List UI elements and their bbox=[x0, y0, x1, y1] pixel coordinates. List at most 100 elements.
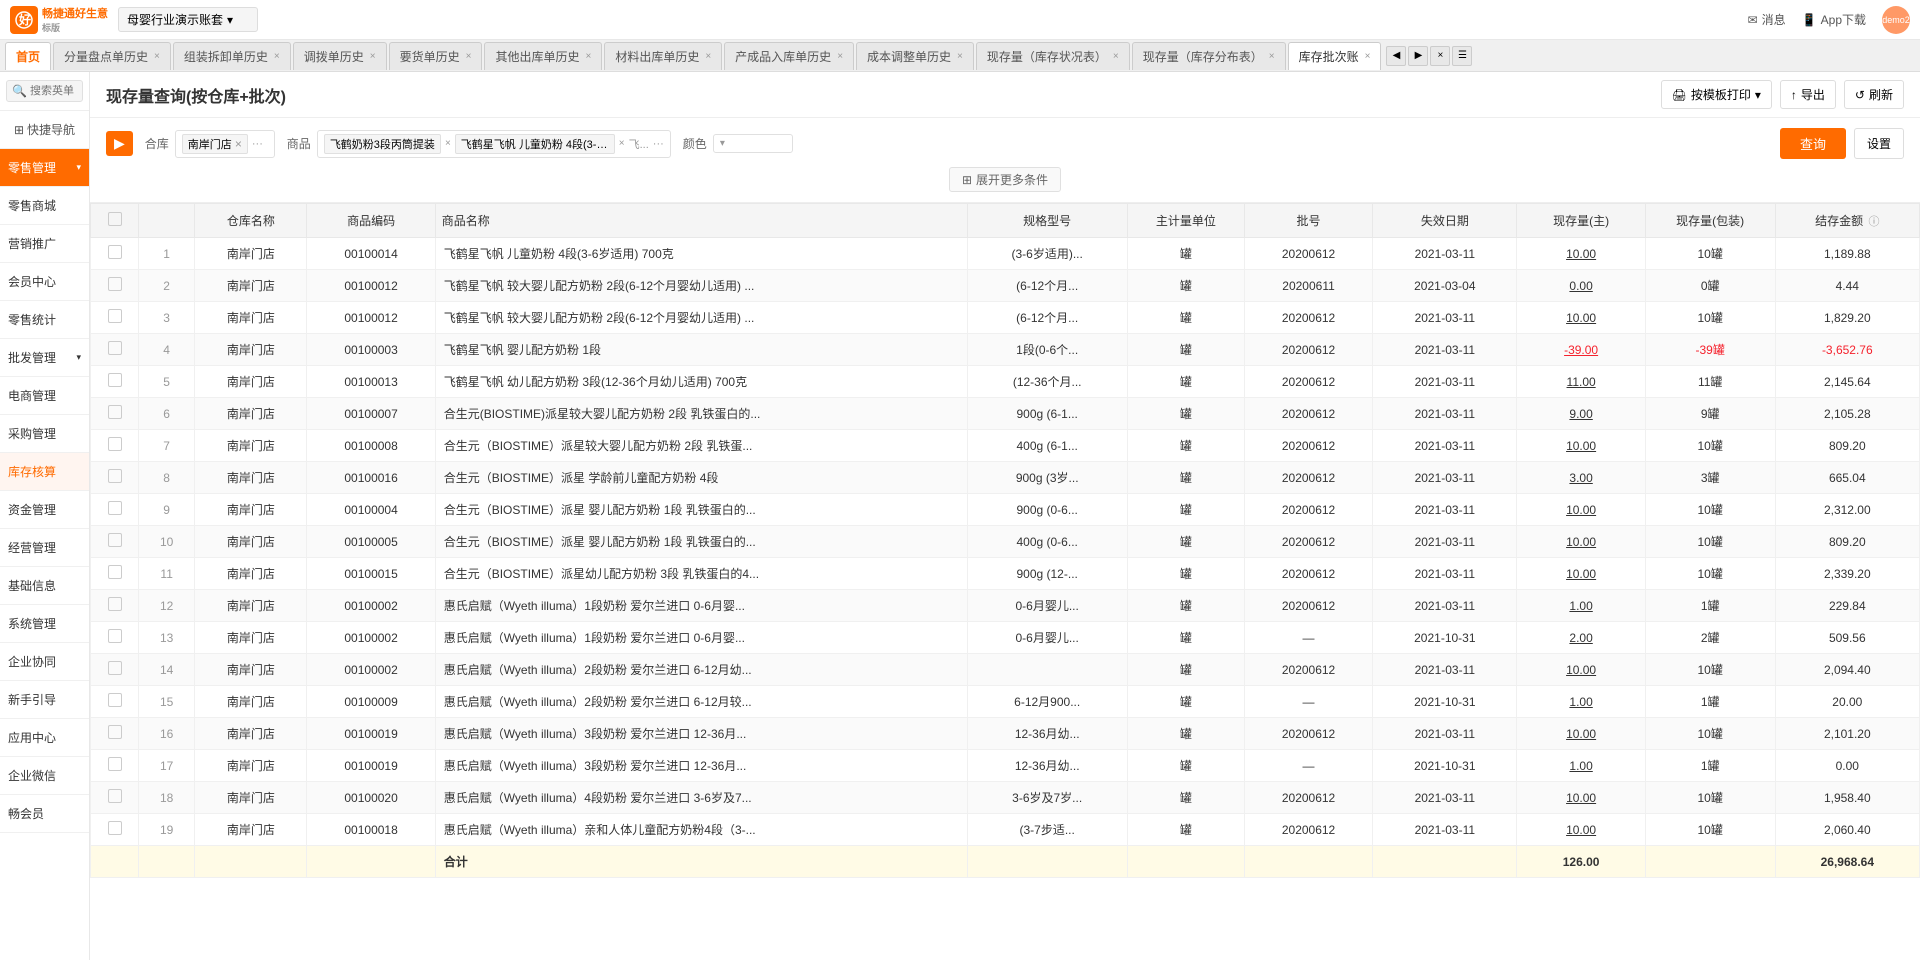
tab-split-history-close-icon[interactable]: × bbox=[154, 51, 160, 62]
stock-main-link[interactable]: 10.00 bbox=[1566, 823, 1596, 837]
sidebar-item-basic-info[interactable]: 基础信息 bbox=[0, 567, 89, 605]
search-input[interactable] bbox=[30, 85, 85, 97]
stock-main-link[interactable]: 3.00 bbox=[1569, 471, 1592, 485]
row-checkbox[interactable] bbox=[108, 757, 122, 771]
sidebar-item-ecommerce[interactable]: 电商管理 bbox=[0, 377, 89, 415]
stock-main-link[interactable]: 10.00 bbox=[1566, 311, 1596, 325]
row-checkbox[interactable] bbox=[108, 373, 122, 387]
row-checkbox[interactable] bbox=[108, 341, 122, 355]
stock-main-link[interactable]: 1.00 bbox=[1569, 599, 1592, 613]
row-checkbox[interactable] bbox=[108, 245, 122, 259]
sidebar-quick-nav-item[interactable]: ⊞ 快捷导航 bbox=[0, 115, 89, 144]
row-checkbox[interactable] bbox=[108, 469, 122, 483]
sidebar-item-member-card[interactable]: 畅会员 bbox=[0, 795, 89, 833]
tab-batch-voucher-close-icon[interactable]: × bbox=[1365, 51, 1371, 62]
tab-transfer-history[interactable]: 调拨单历史 × bbox=[293, 42, 387, 70]
row-checkbox[interactable] bbox=[108, 533, 122, 547]
tab-stock-status-close-icon[interactable]: × bbox=[1113, 51, 1119, 62]
tab-prev-button[interactable]: ◀ bbox=[1386, 46, 1406, 66]
warehouse-tag-close-icon[interactable]: × bbox=[235, 137, 242, 151]
amount-info-icon[interactable]: ⓘ bbox=[1868, 216, 1879, 228]
expand-more-conditions-button[interactable]: ⊞ 展开更多条件 bbox=[949, 167, 1061, 192]
tab-product-in-history-close-icon[interactable]: × bbox=[837, 51, 843, 62]
sidebar-item-retail-mgmt[interactable]: 零售管理 ▾ bbox=[0, 149, 89, 187]
sidebar-item-sys-mgmt[interactable]: 系统管理 bbox=[0, 605, 89, 643]
stock-main-link[interactable]: 1.00 bbox=[1569, 695, 1592, 709]
row-checkbox[interactable] bbox=[108, 789, 122, 803]
tab-stock-status[interactable]: 现存量（库存状况表） × bbox=[976, 42, 1130, 70]
stock-main-link[interactable]: 10.00 bbox=[1566, 727, 1596, 741]
tab-more-button[interactable]: ☰ bbox=[1452, 46, 1472, 66]
tab-cost-adjust-history-close-icon[interactable]: × bbox=[957, 51, 963, 62]
tab-close-button[interactable]: × bbox=[1430, 46, 1450, 66]
stock-main-link[interactable]: -39.00 bbox=[1564, 343, 1598, 357]
warehouse-filter-input[interactable]: 南岸门店 × ··· bbox=[175, 130, 275, 158]
tab-stock-dist[interactable]: 现存量（库存分布表） × bbox=[1132, 42, 1286, 70]
row-checkbox[interactable] bbox=[108, 501, 122, 515]
product-tag-2-close-icon[interactable]: × bbox=[619, 138, 625, 149]
stock-main-link[interactable]: 2.00 bbox=[1569, 631, 1592, 645]
filter-expand-button[interactable]: ▶ bbox=[106, 131, 133, 156]
sidebar-item-marketing[interactable]: 营销推广 bbox=[0, 225, 89, 263]
row-checkbox[interactable] bbox=[108, 309, 122, 323]
row-checkbox[interactable] bbox=[108, 437, 122, 451]
stock-main-link[interactable]: 9.00 bbox=[1569, 407, 1592, 421]
product-filter-input[interactable]: 飞鹤奶粉3段丙筒提装 × 飞鹤星飞帆 儿童奶粉 4段(3-6岁适用) 700克 … bbox=[317, 130, 671, 158]
stock-main-link[interactable]: 0.00 bbox=[1569, 279, 1592, 293]
workspace-selector[interactable]: 母婴行业演示账套 ▾ bbox=[118, 7, 258, 32]
tab-product-in-history[interactable]: 产成品入库单历史 × bbox=[724, 42, 854, 70]
select-all-checkbox[interactable] bbox=[108, 212, 122, 226]
tab-home[interactable]: 首页 bbox=[5, 42, 51, 70]
sidebar-item-wholesale[interactable]: 批发管理 ▾ bbox=[0, 339, 89, 377]
stock-main-link[interactable]: 10.00 bbox=[1566, 567, 1596, 581]
tab-split-history[interactable]: 分量盘点单历史 × bbox=[53, 42, 171, 70]
row-checkbox[interactable] bbox=[108, 725, 122, 739]
settings-button[interactable]: 设置 bbox=[1854, 128, 1904, 159]
product-more-icon[interactable]: ··· bbox=[653, 138, 664, 150]
query-button[interactable]: 查询 bbox=[1780, 128, 1846, 159]
sidebar-item-enterprise-wechat[interactable]: 企业微信 bbox=[0, 757, 89, 795]
tab-disassemble-history[interactable]: 组装拆卸单历史 × bbox=[173, 42, 291, 70]
tab-requisition-history-close-icon[interactable]: × bbox=[466, 51, 472, 62]
sidebar-item-enterprise[interactable]: 企业协同 bbox=[0, 643, 89, 681]
row-checkbox[interactable] bbox=[108, 405, 122, 419]
warehouse-more-icon[interactable]: ··· bbox=[252, 138, 263, 150]
sidebar-search-box[interactable]: 🔍 bbox=[6, 80, 83, 102]
stock-main-link[interactable]: 10.00 bbox=[1566, 791, 1596, 805]
tab-next-button[interactable]: ▶ bbox=[1408, 46, 1428, 66]
refresh-button[interactable]: ↺ 刷新 bbox=[1844, 80, 1904, 109]
product-more-text[interactable]: 飞... bbox=[629, 136, 649, 152]
stock-main-link[interactable]: 10.00 bbox=[1566, 439, 1596, 453]
color-filter-input[interactable]: ▾ bbox=[713, 134, 793, 153]
stock-main-link[interactable]: 1.00 bbox=[1569, 759, 1592, 773]
sidebar-item-member[interactable]: 会员中心 bbox=[0, 263, 89, 301]
sidebar-item-app-center[interactable]: 应用中心 bbox=[0, 719, 89, 757]
tab-cost-adjust-history[interactable]: 成本调整单历史 × bbox=[856, 42, 974, 70]
stock-main-link[interactable]: 11.00 bbox=[1567, 375, 1596, 389]
template-print-button[interactable]: 🖨 按模板打印 ▾ bbox=[1661, 80, 1772, 109]
sidebar-item-operation[interactable]: 经营管理 bbox=[0, 529, 89, 567]
row-checkbox[interactable] bbox=[108, 597, 122, 611]
row-checkbox[interactable] bbox=[108, 565, 122, 579]
tab-disassemble-history-close-icon[interactable]: × bbox=[274, 51, 280, 62]
sidebar-item-inventory[interactable]: 库存核算 bbox=[0, 453, 89, 491]
sidebar-item-retail-stats[interactable]: 零售统计 bbox=[0, 301, 89, 339]
sidebar-item-finance[interactable]: 资金管理 bbox=[0, 491, 89, 529]
tab-material-out-history[interactable]: 材料出库单历史 × bbox=[604, 42, 722, 70]
tab-other-out-history-close-icon[interactable]: × bbox=[585, 51, 591, 62]
stock-main-link[interactable]: 10.00 bbox=[1566, 535, 1596, 549]
tab-stock-dist-close-icon[interactable]: × bbox=[1269, 51, 1275, 62]
tab-material-out-history-close-icon[interactable]: × bbox=[705, 51, 711, 62]
row-checkbox[interactable] bbox=[108, 661, 122, 675]
row-checkbox[interactable] bbox=[108, 277, 122, 291]
export-button[interactable]: ↑ 导出 bbox=[1780, 80, 1836, 109]
stock-main-link[interactable]: 10.00 bbox=[1566, 663, 1596, 677]
stock-main-link[interactable]: 10.00 bbox=[1566, 247, 1596, 261]
message-button[interactable]: ✉ 消息 bbox=[1748, 11, 1786, 28]
tab-requisition-history[interactable]: 要货单历史 × bbox=[389, 42, 483, 70]
user-menu[interactable]: demo2 bbox=[1882, 6, 1910, 34]
row-checkbox[interactable] bbox=[108, 693, 122, 707]
sidebar-item-new-guide[interactable]: 新手引导 bbox=[0, 681, 89, 719]
product-tag-1-close-icon[interactable]: × bbox=[445, 138, 451, 149]
download-button[interactable]: 📱 App下载 bbox=[1802, 11, 1866, 28]
